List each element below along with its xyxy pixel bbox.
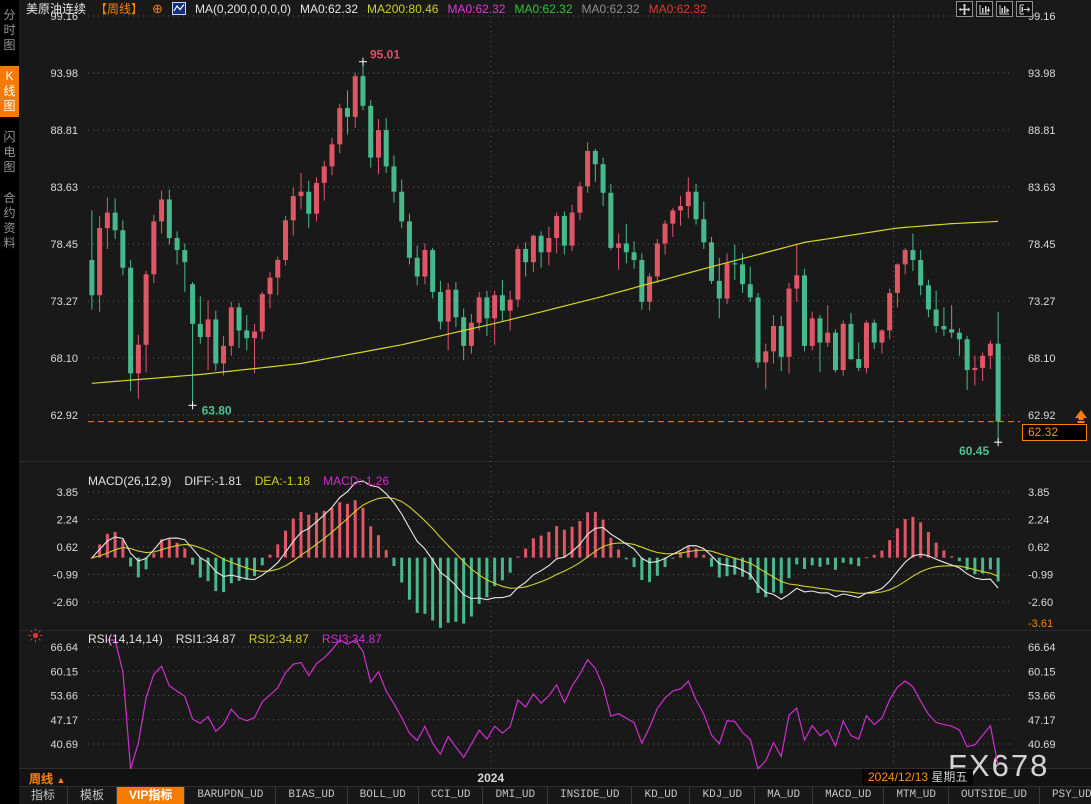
svg-text:73.27: 73.27 [50,296,78,308]
svg-text:95.01: 95.01 [370,48,400,62]
svg-text:66.64: 66.64 [50,642,78,654]
svg-text:-0.99: -0.99 [1028,570,1053,582]
ma-value-6: MA0:62.32 [648,1,707,16]
svg-text:-0.99: -0.99 [53,570,78,582]
symbol-name: 美原油连续 [26,2,87,16]
svg-text:2024: 2024 [477,771,504,785]
ma200-value: MA200:80.46 [367,1,439,16]
svg-text:73.27: 73.27 [1028,296,1056,308]
svg-text:2.24: 2.24 [57,514,78,526]
svg-text:47.17: 47.17 [1028,715,1056,727]
svg-text:93.98: 93.98 [50,68,78,80]
ma-value-4: MA0:62.32 [514,1,573,16]
rsi-title: RSI(14,14,14) [88,632,163,646]
sidebar: 分时图 K线图 闪电图 合约资料 [0,0,19,804]
pane-play-icon[interactable] [996,1,1013,17]
period-label: 周线 [29,772,54,786]
svg-text:-2.60: -2.60 [1028,597,1053,609]
mini-chart-icon[interactable] [171,2,186,15]
svg-text:60.45: 60.45 [959,444,989,458]
svg-text:-2.60: -2.60 [53,597,78,609]
svg-text:3.85: 3.85 [1028,487,1049,499]
svg-text:40.69: 40.69 [1028,739,1056,751]
rsi1-value: RSI1:34.87 [175,632,236,646]
svg-text:66.64: 66.64 [1028,642,1056,654]
period-tag: 【周线】 [95,2,144,16]
svg-text:-3.61: -3.61 [1028,618,1053,630]
pan-move-icon[interactable] [956,1,973,17]
sidebar-item-candle-chart[interactable]: K线图 [0,66,19,117]
svg-text:68.10: 68.10 [50,353,78,365]
svg-text:62.92: 62.92 [1028,410,1056,422]
svg-text:0.62: 0.62 [57,542,78,554]
pane-export-icon[interactable] [1016,1,1033,17]
macd-diff-value: DIFF:-1.81 [184,474,242,488]
svg-text:2.24: 2.24 [1028,514,1049,526]
svg-text:53.66: 53.66 [1028,691,1056,703]
macd-dea-value: DEA:-1.18 [254,474,311,488]
svg-text:83.63: 83.63 [50,182,78,194]
ma-value-3: MA0:62.32 [447,1,506,16]
triangle-up-icon: ▲ [56,775,66,785]
macd-label-row: MACD(26,12,9) DIFF:-1.81 DEA:-1.18 MACD:… [88,474,389,488]
svg-text:62.92: 62.92 [50,410,78,422]
ma0-value: MA0:62.32 [300,1,359,16]
price-up-arrow-icon [1073,410,1089,428]
rsi2-value: RSI2:34.87 [248,632,309,646]
ma-value-5: MA0:62.32 [581,1,640,16]
cursor-date-box: 2024/12/13 星期五 [862,769,974,786]
svg-text:83.63: 83.63 [1028,182,1056,194]
sidebar-item-contract-info[interactable]: 合约资料 [0,188,19,254]
red-beacon-icon[interactable] [28,628,43,648]
svg-text:63.80: 63.80 [202,403,232,417]
svg-text:0.62: 0.62 [1028,542,1049,554]
ma-settings-label: MA(0,200,0,0,0,0) [194,1,291,16]
svg-text:3.85: 3.85 [57,487,78,499]
svg-text:68.10: 68.10 [1028,353,1056,365]
svg-text:88.81: 88.81 [1028,125,1056,137]
chart-toolbar [956,1,1033,17]
svg-text:60.15: 60.15 [50,666,78,678]
svg-text:60.15: 60.15 [1028,666,1056,678]
svg-text:78.45: 78.45 [1028,239,1056,251]
cursor-date: 2024/12/13 [868,770,929,784]
svg-text:40.69: 40.69 [50,739,78,751]
svg-text:78.45: 78.45 [50,239,78,251]
svg-text:47.17: 47.17 [50,715,78,727]
svg-text:53.66: 53.66 [50,691,78,703]
sidebar-item-flash-chart[interactable]: 闪电图 [0,127,19,178]
svg-text:88.81: 88.81 [50,125,78,137]
charting-app: 分时图 K线图 闪电图 合约资料 99.16 99.16 93.98 93.98 88.… [0,0,1091,804]
rsi3-value: RSI3:34.87 [321,632,382,646]
chart-canvas[interactable]: 99.16 99.16 93.98 93.98 88.81 88.81 83.63 83.63… [0,0,1091,804]
macd-title: MACD(26,12,9) [88,474,172,488]
sidebar-item-time-chart[interactable]: 分时图 [0,5,19,56]
pane-down-icon[interactable] [976,1,993,17]
rsi-label-row: RSI(14,14,14) RSI1:34.87 RSI2:34.87 RSI3… [88,632,382,646]
svg-text:93.98: 93.98 [1028,68,1056,80]
period-selector[interactable]: 周线 ▲ [29,770,65,787]
macd-hist-value: MACD:-1.26 [323,474,390,488]
chart-header: 美原油连续 【周线】 ⊕ MA(0,200,0,0,0,0) MA0:62.32… [26,1,707,17]
cursor-weekday-label: 星期五 [931,770,968,784]
chart-svg: 99.16 99.1693.98 93.9888.81 88.8183.63 83.63… [19,11,1091,785]
circle-plus-icon[interactable]: ⊕ [152,2,163,15]
